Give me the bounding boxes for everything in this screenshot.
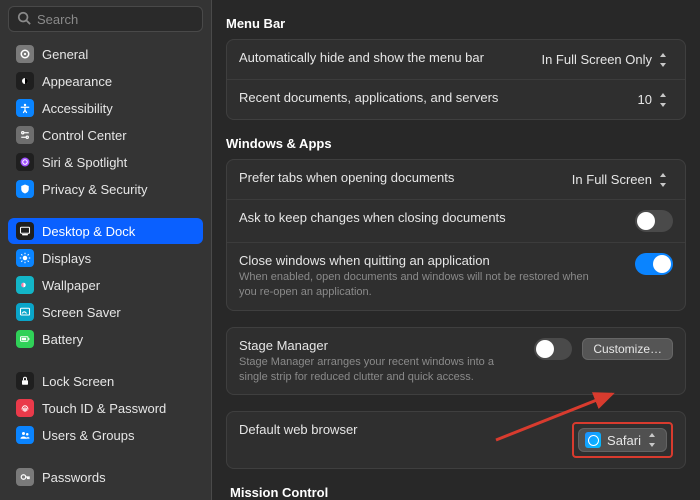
siri-spotlight-icon — [16, 153, 34, 171]
sidebar-item-wallpaper[interactable]: Wallpaper — [8, 272, 203, 298]
row-default-browser: Default web browser Safari — [227, 412, 685, 468]
main-content: Menu Bar Automatically hide and show the… — [212, 0, 700, 500]
sidebar-item-label: Siri & Spotlight — [42, 155, 127, 170]
sidebar-item-touch-id-password[interactable]: Touch ID & Password — [8, 395, 203, 421]
search-icon — [17, 11, 31, 28]
sidebar-item-label: Privacy & Security — [42, 182, 147, 197]
sidebar-item-label: Desktop & Dock — [42, 224, 135, 239]
sidebar-item-appearance[interactable]: Appearance — [8, 68, 203, 94]
section-title-windowsapps: Windows & Apps — [226, 136, 686, 151]
row-close-windows: Close windows when quitting an applicati… — [227, 242, 685, 310]
sidebar-item-label: Control Center — [42, 128, 127, 143]
wallpaper-icon — [16, 276, 34, 294]
sidebar-item-siri-spotlight[interactable]: Siri & Spotlight — [8, 149, 203, 175]
row-prefer-tabs: Prefer tabs when opening documents In Fu… — [227, 160, 685, 199]
group-menubar: Automatically hide and show the menu bar… — [226, 39, 686, 120]
sidebar-item-users-groups[interactable]: Users & Groups — [8, 422, 203, 448]
group-stage-manager: Stage Manager Stage Manager arranges you… — [226, 327, 686, 396]
appearance-icon — [16, 72, 34, 90]
mission-control-title: Mission Control — [230, 485, 682, 500]
row-recents: Recent documents, applications, and serv… — [227, 79, 685, 119]
chevrons-icon — [647, 433, 658, 447]
sidebar-item-label: Screen Saver — [42, 305, 121, 320]
privacy-security-icon — [16, 180, 34, 198]
chevrons-icon — [658, 93, 669, 107]
sidebar-list: General Appearance Accessibility Control Ce… — [0, 40, 211, 500]
sidebar-item-lock-screen[interactable]: Lock Screen — [8, 368, 203, 394]
popup-autohide-menubar[interactable]: In Full Screen Only — [537, 50, 673, 69]
battery-icon — [16, 330, 34, 348]
label-autohide-menubar: Automatically hide and show the menu bar — [239, 50, 525, 65]
group-windowsapps-1: Prefer tabs when opening documents In Fu… — [226, 159, 686, 311]
sidebar: General Appearance Accessibility Control Ce… — [0, 0, 212, 500]
popup-default-browser[interactable]: Safari — [578, 428, 667, 452]
search-input[interactable] — [37, 12, 213, 27]
sidebar-item-privacy-security[interactable]: Privacy & Security — [8, 176, 203, 202]
section-title-menubar: Menu Bar — [226, 16, 686, 31]
sidebar-item-label: General — [42, 47, 88, 62]
popup-prefer-tabs[interactable]: In Full Screen — [568, 170, 673, 189]
users-groups-icon — [16, 426, 34, 444]
touch-id-password-icon — [16, 399, 34, 417]
lock-screen-icon — [16, 372, 34, 390]
accessibility-icon — [16, 99, 34, 117]
row-autohide-menubar: Automatically hide and show the menu bar… — [227, 40, 685, 79]
toggle-stage-manager[interactable] — [534, 338, 572, 360]
toggle-close-windows[interactable] — [635, 253, 673, 275]
sidebar-item-label: Wallpaper — [42, 278, 100, 293]
displays-icon — [16, 249, 34, 267]
popup-recents[interactable]: 10 — [634, 90, 673, 109]
toggle-ask-keep[interactable] — [635, 210, 673, 232]
control-center-icon — [16, 126, 34, 144]
sidebar-item-displays[interactable]: Displays — [8, 245, 203, 271]
chevrons-icon — [658, 53, 669, 67]
row-stage-manager: Stage Manager Stage Manager arranges you… — [227, 328, 685, 395]
passwords-icon — [16, 468, 34, 486]
sidebar-item-label: Users & Groups — [42, 428, 134, 443]
sidebar-item-label: Passwords — [42, 470, 106, 485]
customize-button[interactable]: Customize… — [582, 338, 673, 360]
sidebar-item-label: Battery — [42, 332, 83, 347]
sidebar-item-general[interactable]: General — [8, 41, 203, 67]
sidebar-item-label: Appearance — [42, 74, 112, 89]
sidebar-item-label: Lock Screen — [42, 374, 114, 389]
sidebar-item-accessibility[interactable]: Accessibility — [8, 95, 203, 121]
sidebar-item-label: Accessibility — [42, 101, 113, 116]
screen-saver-icon — [16, 303, 34, 321]
search-field[interactable] — [8, 6, 203, 32]
sidebar-item-control-center[interactable]: Control Center — [8, 122, 203, 148]
sidebar-item-label: Displays — [42, 251, 91, 266]
group-default-browser: Default web browser Safari — [226, 411, 686, 469]
sidebar-item-desktop-dock[interactable]: Desktop & Dock — [8, 218, 203, 244]
row-ask-keep: Ask to keep changes when closing documen… — [227, 199, 685, 242]
general-icon — [16, 45, 34, 63]
safari-icon — [585, 432, 601, 448]
sidebar-item-passwords[interactable]: Passwords — [8, 464, 203, 490]
annotation-highlight: Safari — [572, 422, 673, 458]
label-recents: Recent documents, applications, and serv… — [239, 90, 622, 105]
sidebar-item-battery[interactable]: Battery — [8, 326, 203, 352]
sidebar-item-label: Touch ID & Password — [42, 401, 166, 416]
desktop-dock-icon — [16, 222, 34, 240]
sidebar-item-screen-saver[interactable]: Screen Saver — [8, 299, 203, 325]
chevrons-icon — [658, 173, 669, 187]
